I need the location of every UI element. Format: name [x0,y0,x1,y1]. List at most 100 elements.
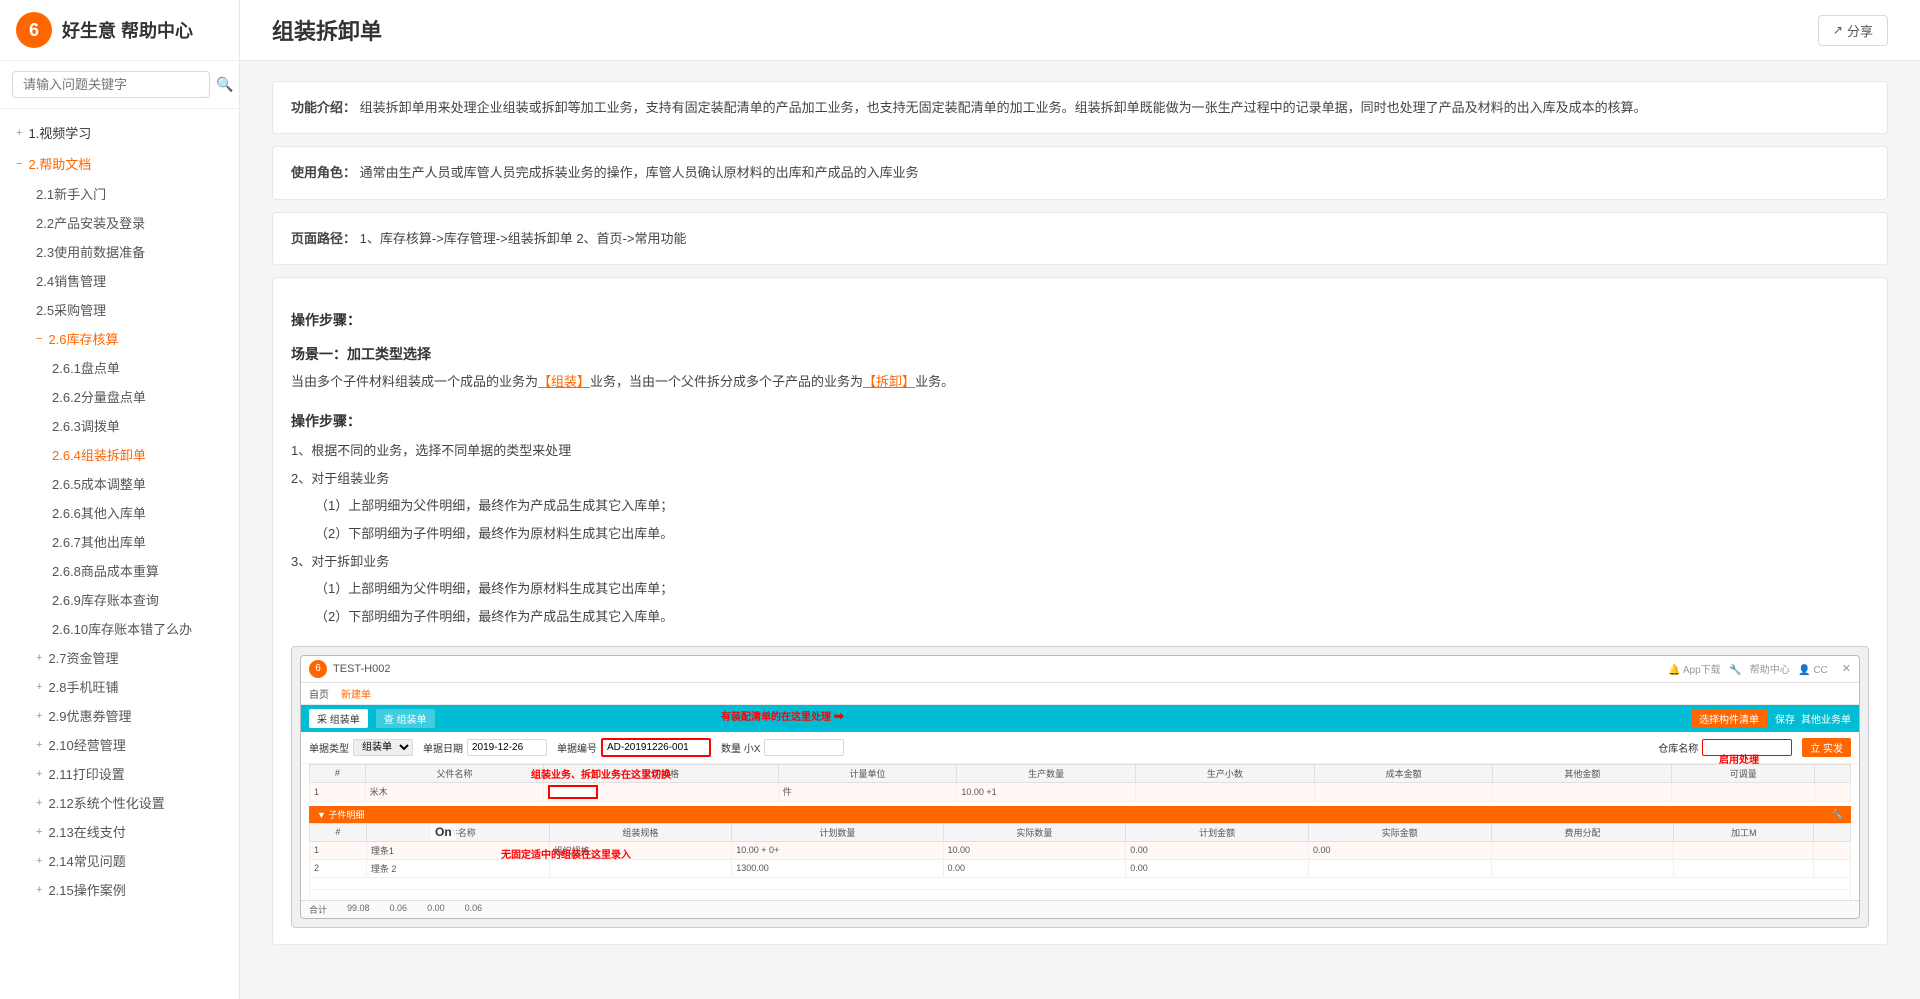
tab-assembly-form[interactable]: 采 组装单 [309,709,368,728]
sidebar-item-stock-query[interactable]: 2.6.9库存账本查询 [44,585,239,614]
col-avail: 可调量 [1672,764,1815,782]
col-sub-name: 子件名称 [366,823,549,841]
minus-icon-inventory: − [36,333,42,345]
sidebar-item-print[interactable]: + 2.11打印设置 [28,759,239,788]
child-table-row-2: 2 理条 2 1300.00 0.00 0.00 [310,859,1851,877]
field-type: 单据类型 组装单 拆卸单 [309,739,413,756]
sidebar-item-prepare[interactable]: 2.3使用前数据准备 [28,237,239,266]
step2-1-text: （1）上部明细为父件明细，最终作为产成品生成其它入库单； [315,494,1869,519]
field-qty-input[interactable] [764,739,844,756]
footer-val4: 0.06 [465,903,483,916]
sidebar: 6 好生意 帮助中心 🔍 + 1.视频学习 − 2.帮助文档 2.1新手入门 2… [0,0,240,999]
sidebar-item-install[interactable]: 2.2产品安装及登录 [28,208,239,237]
form-fields-area: 单据类型 组装单 拆卸单 单据日期 单据编 [301,732,1859,764]
col-sub-num: # [310,823,367,841]
sidebar-item-other-in[interactable]: 2.6.6其他入库单 [44,498,239,527]
menu-new[interactable]: 新建单 [341,686,371,701]
field-date-input[interactable] [467,739,547,756]
assembly-link[interactable]: 【组装】 [538,374,590,389]
sidebar-item-cost-adjust[interactable]: 2.6.5成本调整单 [44,469,239,498]
cell-unit: 件 [778,782,957,801]
btn-other[interactable]: 其他业务单 [1801,711,1851,726]
app-icons: 🔔 App下载 🔧 帮助中心 👤 CC [1668,661,1828,676]
scene1-desc-text: 当由多个子件材料组装成一个成品的业务为 [291,374,538,389]
func-intro-text: 组装拆卸单用来处理企业组装或拆卸等加工业务，支持有固定装配清单的产品加工业务，也… [360,100,1647,115]
sidebar-item-stock-count[interactable]: 2.6.1盘点单 [44,353,239,382]
role-label: 使用角色： [291,165,356,180]
plus-icon-print: + [36,768,42,780]
col-unit: 计量单位 [778,764,957,782]
share-button[interactable]: ↗ 分享 [1818,15,1888,46]
nav-sub-inventory: 2.6.1盘点单 2.6.2分量盘点单 2.6.3调拨单 2.6.4组装拆卸单 … [44,353,239,643]
col-cost: 成本金额 [1314,764,1493,782]
sidebar-item-sales[interactable]: 2.4销售管理 [28,266,239,295]
sidebar-item-biz[interactable]: + 2.10经营管理 [28,730,239,759]
sidebar-item-assembly[interactable]: 2.6.4组装拆卸单 [44,440,239,469]
ops-title: 操作步骤： [291,310,1869,330]
tab-list[interactable]: 查 组装单 [376,709,435,728]
cell-qty: 10.00 +1 [957,782,1136,801]
app-menu-bar: 自页 新建单 [301,683,1859,705]
field-type-select[interactable]: 组装单 拆卸单 [353,739,413,756]
brand-name: 好生意 帮助中心 [62,17,193,43]
plus-icon-faq: + [36,855,42,867]
search-icon[interactable]: 🔍 [216,76,233,93]
sidebar-item-docs[interactable]: − 2.帮助文档 [0,148,239,179]
sidebar-item-purchase[interactable]: 2.5采购管理 [28,295,239,324]
sidebar-item-online-pay[interactable]: + 2.13在线支付 [28,817,239,846]
plus-icon-biz: + [36,739,42,751]
sidebar-item-sys[interactable]: + 2.12系统个性化设置 [28,788,239,817]
close-icon[interactable]: ✕ [1842,662,1851,675]
cell-num: 1 [310,782,366,801]
role-block: 使用角色： 通常由生产人员或库管人员完成拆装业务的操作，库管人员确认原材料的出库… [272,146,1888,199]
main-area: 组装拆卸单 ↗ 分享 功能介绍： 组装拆卸单用来处理企业组装或拆卸等加工业务，支… [240,0,1920,999]
screenshot-inner: 6 TEST-H002 🔔 App下载 🔧 帮助中心 👤 CC ✕ 自页 新建单 [292,647,1868,927]
field-type-label: 单据类型 [309,740,349,755]
annotation-1: 有装配清单的在这里处理 ➡ [721,708,844,723]
sidebar-item-newbie[interactable]: 2.1新手入门 [28,179,239,208]
sidebar-item-coupon[interactable]: + 2.9优惠券管理 [28,701,239,730]
app-window: 6 TEST-H002 🔔 App下载 🔧 帮助中心 👤 CC ✕ 自页 新建单 [300,655,1860,919]
sidebar-item-inventory[interactable]: − 2.6库存核算 [28,324,239,353]
footer-val3: 0.00 [427,903,445,916]
disassemble-link[interactable]: 【拆卸】 [863,374,915,389]
sidebar-item-video[interactable]: + 1.视频学习 [0,117,239,148]
sidebar-item-stock-error[interactable]: 2.6.10库存账本错了么办 [44,614,239,643]
sidebar-item-other-out[interactable]: 2.6.7其他出库单 [44,527,239,556]
col-sub-spec: 组装规格 [549,823,732,841]
page-title: 组装拆卸单 [272,14,382,46]
field-no-input[interactable] [601,738,711,757]
col-cost-dist: 费用分配 [1491,823,1674,841]
sidebar-item-faq[interactable]: + 2.14常见问题 [28,846,239,875]
col-num: # [310,764,366,782]
scene1-desc: 当由多个子件材料组装成一个成品的业务为【组装】业务，当由一个父件拆分成多个子产品… [291,370,1869,395]
plus-icon-sys: + [36,797,42,809]
sidebar-item-cost-recalc[interactable]: 2.6.8商品成本重算 [44,556,239,585]
search-input[interactable] [12,71,210,98]
spec-input[interactable] [548,785,598,799]
footer-label: 合计 [309,903,327,916]
content-area: 功能介绍： 组装拆卸单用来处理企业组装或拆卸等加工业务，支持有固定装配清单的产品… [240,61,1920,999]
btn-select-bom[interactable]: 选择构件清单 [1691,709,1767,728]
field-warehouse-label: 仓库名称 [1658,740,1698,755]
col-act-amt: 实际金额 [1308,823,1491,841]
sidebar-item-mobile[interactable]: + 2.8手机旺铺 [28,672,239,701]
annotation-4: 无固定适中的组装在这里录入 [501,846,631,861]
cell-cost [1314,782,1493,801]
col-action [1815,764,1851,782]
step3-text: 3、对于拆卸业务 [291,550,1869,575]
sidebar-item-adjust[interactable]: 2.6.3调拨单 [44,411,239,440]
btn-save[interactable]: 保存 [1775,711,1795,726]
col-other: 其他金额 [1493,764,1672,782]
plus-icon-cases: + [36,884,42,896]
menu-home[interactable]: 自页 [309,686,329,701]
nav-sub-docs: 2.1新手入门 2.2产品安装及登录 2.3使用前数据准备 2.4销售管理 2.… [0,179,239,904]
toolbar-btns: 保存 其他业务单 [1775,711,1851,726]
sidebar-item-stock-split[interactable]: 2.6.2分量盘点单 [44,382,239,411]
share-icon: ↗ [1833,23,1843,37]
sidebar-item-cases[interactable]: + 2.15操作案例 [28,875,239,904]
cell-avail [1672,782,1815,801]
btn-confirm[interactable]: 立 实发 [1802,738,1851,757]
sidebar-item-finance[interactable]: + 2.7资金管理 [28,643,239,672]
child-table-row-3 [310,877,1851,889]
